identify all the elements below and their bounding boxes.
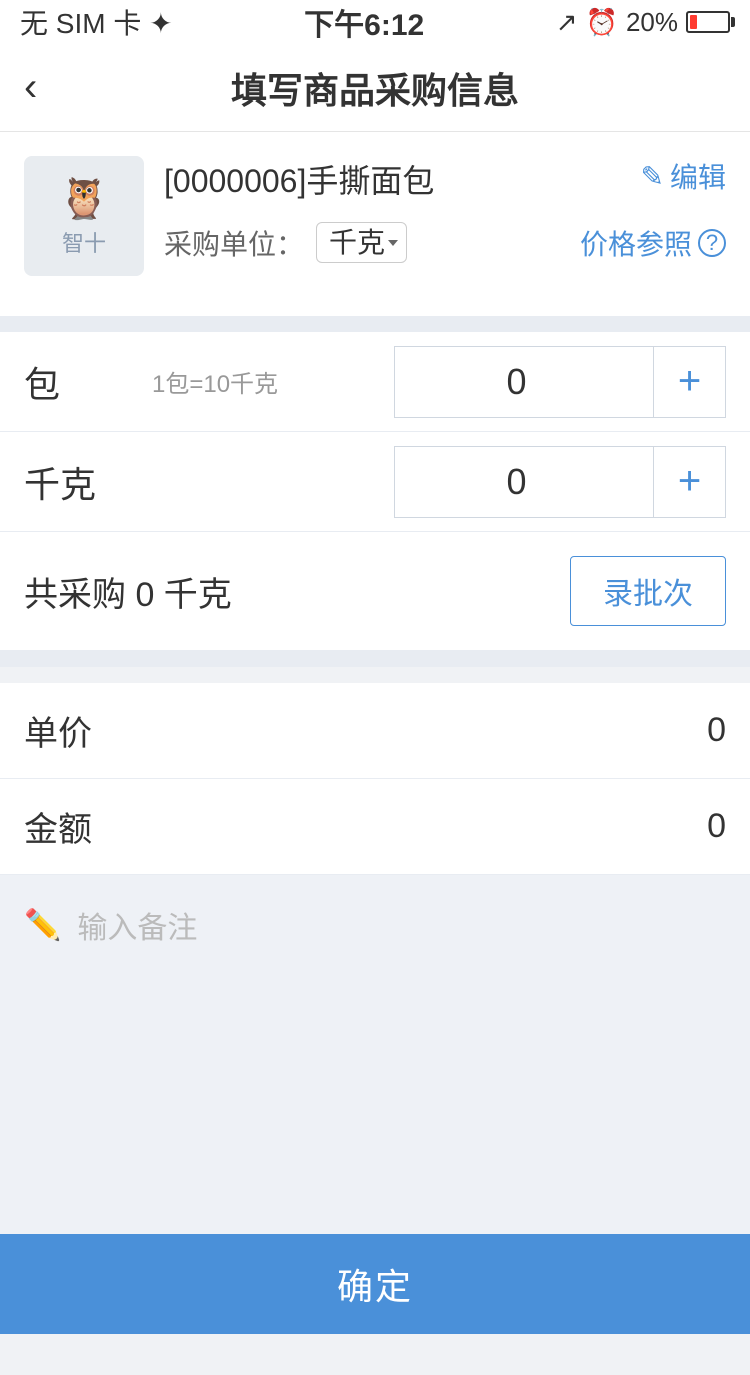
purchase-unit: 采购单位： 千克 [164,222,407,263]
content-spacer [0,975,750,1275]
amount-value: 0 [707,807,726,846]
unit-price-value: 0 [707,711,726,750]
section-divider-1 [0,316,750,332]
back-button[interactable]: ‹ [24,65,37,110]
status-time: 下午6:12 [304,0,424,44]
edit-icon: ✎ [641,160,664,193]
product-card: 🦉 智十 [0000006]手撕面包 采购单位： 千克 价格参照 ? [0,132,750,316]
kg-input-wrapper: + [394,446,726,518]
kg-input-row: 千克 + [0,432,750,532]
product-image: 🦉 智十 [24,156,144,276]
summary-row: 共采购 0 千克 录批次 [0,532,750,651]
battery-icon [686,11,730,33]
note-section[interactable]: ✏️ 输入备注 [0,875,750,975]
bag-input-wrapper: + [394,346,726,418]
bag-input-row: 包 1包=10千克 + [0,332,750,432]
batch-button[interactable]: 录批次 [570,556,726,626]
kg-label: 千克 [24,456,144,508]
status-left: 无 SIM 卡 ✦ [20,2,173,42]
price-ref-label: 价格参照 [580,223,692,263]
price-ref-button[interactable]: 价格参照 ? [580,223,726,263]
pencil-icon: ✏️ [24,908,61,943]
product-image-label: 智十 [62,226,106,258]
edit-button[interactable]: ✎ 编辑 [641,156,726,196]
location-icon: ↗ [556,7,578,38]
unit-price-label: 单价 [24,706,92,755]
purchase-unit-label: 采购单位： [164,223,304,263]
info-section: 单价 0 金额 0 [0,683,750,875]
alarm-icon: ⏰ [586,7,618,38]
page-title: 填写商品采购信息 [231,62,519,114]
section-divider-2 [0,651,750,667]
summary-text: 共采购 0 千克 [24,567,232,616]
unit-price-row: 单价 0 [0,683,750,779]
unit-select[interactable]: 千克 [316,222,407,263]
sim-status: 无 SIM 卡 ✦ [20,2,173,42]
amount-row: 金额 0 [0,779,750,875]
kg-plus-button[interactable]: + [654,446,726,518]
bag-label: 包 [24,356,144,408]
status-bar: 无 SIM 卡 ✦ 下午6:12 ↗ ⏰ 20% [0,0,750,44]
battery-percent: 20% [626,7,678,38]
bag-input[interactable] [394,346,654,418]
owl-icon: 🦉 [59,175,109,222]
kg-input[interactable] [394,446,654,518]
bag-plus-button[interactable]: + [654,346,726,418]
bag-sublabel: 1包=10千克 [152,364,394,399]
status-right: ↗ ⏰ 20% [556,7,730,38]
confirm-button[interactable]: 确定 [0,1234,750,1334]
amount-label: 金额 [24,802,92,851]
input-section: 包 1包=10千克 + 千克 + 共采购 0 千克 录批次 [0,332,750,651]
edit-label: 编辑 [670,156,726,196]
product-meta: 采购单位： 千克 价格参照 ? [164,222,726,263]
price-ref-help-icon: ? [698,229,726,257]
note-placeholder: 输入备注 [77,903,197,947]
nav-bar: ‹ 填写商品采购信息 [0,44,750,132]
